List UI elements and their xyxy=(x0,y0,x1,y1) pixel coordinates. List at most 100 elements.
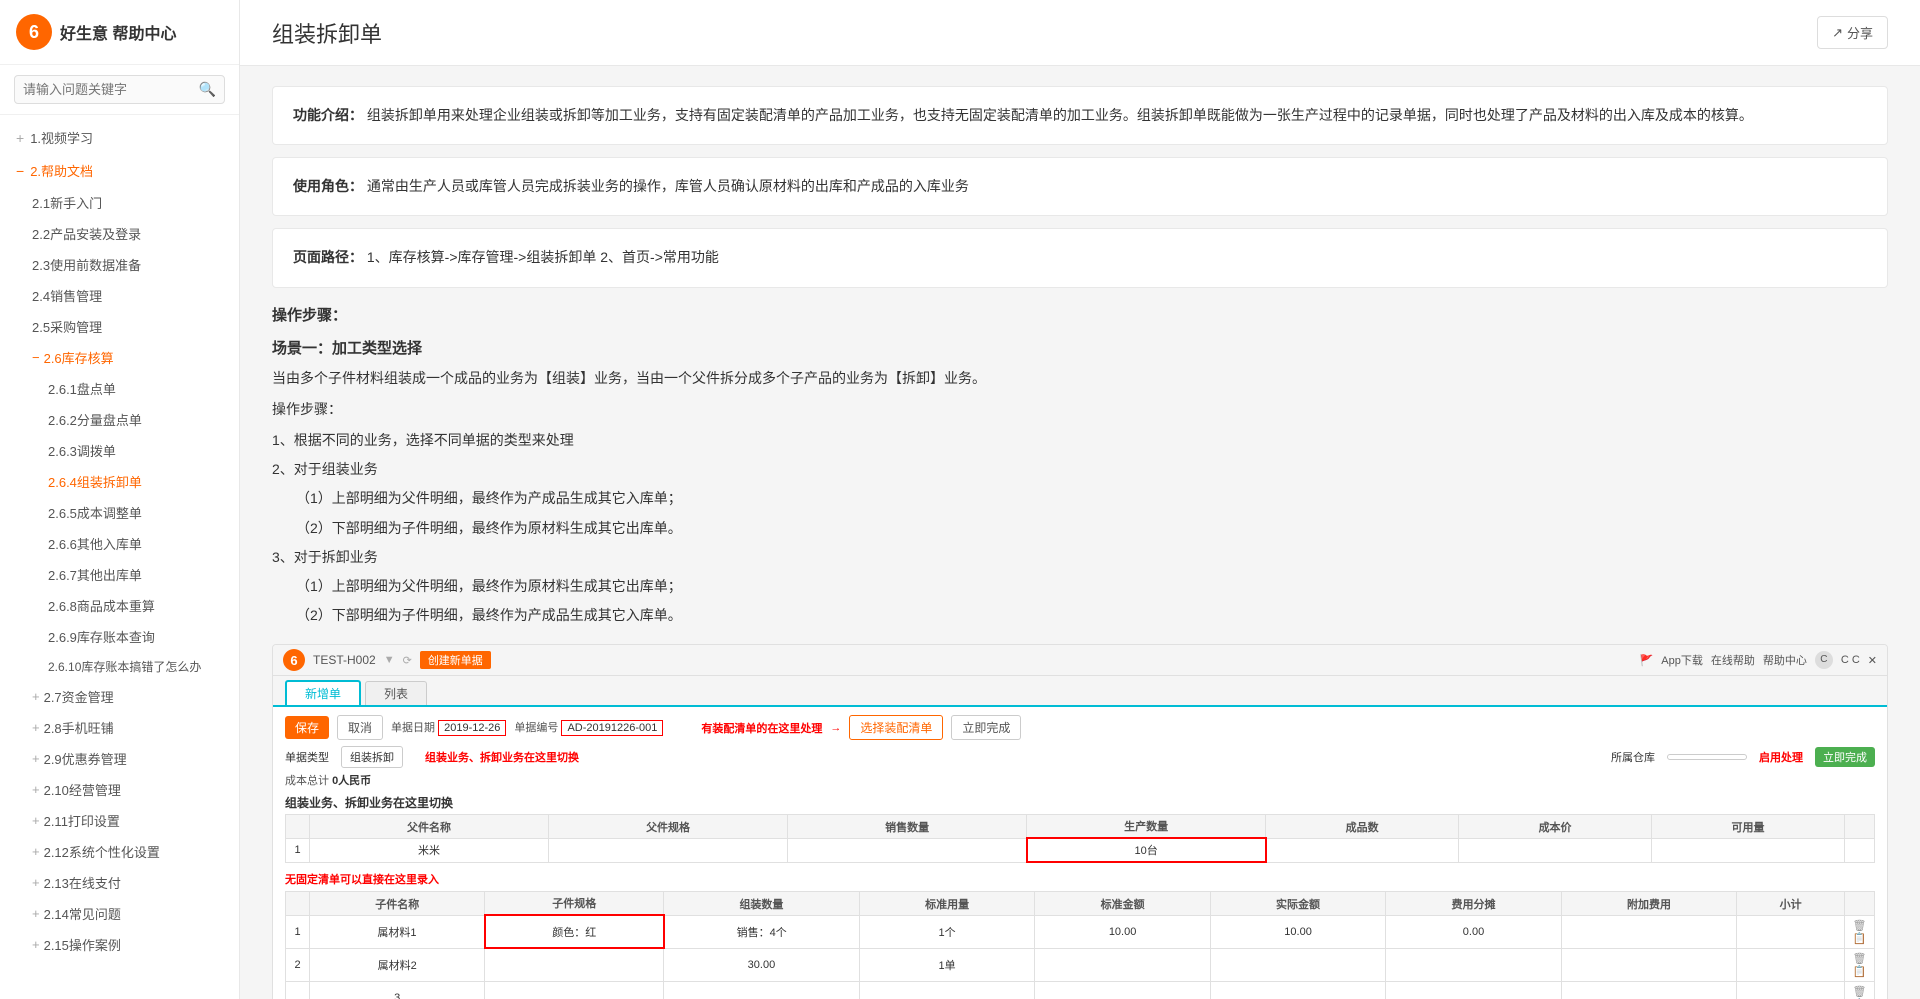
ss-warehouse-input[interactable] xyxy=(1667,754,1747,760)
ss-bcell-num: 2 xyxy=(286,948,310,981)
sidebar-item-newbie[interactable]: 2.1新手入门 xyxy=(0,187,239,218)
ss-bcol-checkbox xyxy=(286,892,310,916)
sidebar-item-label: 2.11打印设置 xyxy=(44,811,120,830)
ss-cell-sqty xyxy=(788,838,1027,862)
sidebar: 6 好生意 帮助中心 🔍 + 1.视频学习 − 2.帮助文档 2.1新手入门 2… xyxy=(0,0,240,999)
ss-qty-label: 成本总计 0人民币 xyxy=(285,775,371,787)
ss-bcell-spec: 颜色：红 xyxy=(485,915,664,948)
ss-bcell-action: 🗑 📋 xyxy=(1845,948,1875,981)
sidebar-item-prepare[interactable]: 2.3使用前数据准备 xyxy=(0,249,239,280)
sidebar-item-label: 2.14常见问题 xyxy=(44,904,121,923)
ss-bcol-subtotal: 小计 xyxy=(1737,892,1845,916)
ss-avatar: C xyxy=(1815,651,1833,669)
ss-field-docno: 单据编号 AD-20191226-001 xyxy=(514,719,663,736)
path-block: 页面路径： 1、库存核算->库存管理->组装拆卸单 2、首页->常用功能 xyxy=(272,228,1888,287)
ops-label: 操作步骤： xyxy=(272,397,1888,422)
share-icon: ↗ xyxy=(1832,25,1843,41)
ss-icon-refresh: ⟳ xyxy=(403,654,412,667)
plus-icon: + xyxy=(32,782,40,797)
sidebar-item-coupon[interactable]: + 2.9优惠券管理 xyxy=(0,743,239,774)
sidebar-item-otherin[interactable]: 2.6.6其他入库单 xyxy=(0,528,239,559)
ss-title: TEST-H002 xyxy=(313,653,376,667)
plus-icon: + xyxy=(32,813,40,828)
search-input[interactable] xyxy=(23,82,199,97)
sidebar-item-label: 2.5采购管理 xyxy=(32,317,102,336)
sidebar-item-faq[interactable]: + 2.14常见问题 xyxy=(0,898,239,929)
ss-top-table-title: 组装业务、拆卸业务在这里切换 xyxy=(285,794,1875,811)
ss-date-value[interactable]: 2019-12-26 xyxy=(438,720,506,736)
ss-logo: 6 xyxy=(283,649,305,671)
ss-field-date: 单据日期 2019-12-26 xyxy=(391,719,506,736)
sidebar-item-stockquery[interactable]: 2.6.9库存账本查询 xyxy=(0,621,239,652)
ss-btn-cancel[interactable]: 取消 xyxy=(337,715,383,740)
search-icon[interactable]: 🔍 xyxy=(199,81,216,98)
sidebar-item-label: 2.2产品安装及登录 xyxy=(32,224,141,243)
ss-cell-cprice xyxy=(1459,838,1652,862)
sidebar-item-cases[interactable]: + 2.15操作案例 xyxy=(0,929,239,960)
sidebar-item-label: 2.7资金管理 xyxy=(44,687,114,706)
ss-btn-complete[interactable]: 立即完成 xyxy=(1815,747,1875,767)
sidebar-item-label: 2.6.4组装拆卸单 xyxy=(48,472,142,491)
step3-2: （2）下部明细为子件明细，最终作为产成品生成其它入库单。 xyxy=(272,603,1888,628)
ss-bcell-name: 属材料1 xyxy=(310,915,485,948)
ss-col-actions xyxy=(1845,815,1875,839)
sidebar-item-install[interactable]: 2.2产品安装及登录 xyxy=(0,218,239,249)
ss-help-label: 在线帮助 xyxy=(1711,652,1755,668)
ss-annotation3: 启用处理 xyxy=(1759,749,1803,765)
sidebar-item-onlinepay[interactable]: + 2.13在线支付 xyxy=(0,867,239,898)
ss-new-btn[interactable]: 创建新单据 xyxy=(420,651,491,669)
ss-col-checkbox xyxy=(286,815,310,839)
sidebar-item-purchase[interactable]: 2.5采购管理 xyxy=(0,311,239,342)
ss-col-sales-qty: 销售数量 xyxy=(788,815,1027,839)
sidebar-item-sales[interactable]: 2.4销售管理 xyxy=(0,280,239,311)
sidebar-item-stockerror[interactable]: 2.6.10库存账本搞错了怎么办 xyxy=(0,652,239,681)
sidebar-item-inventory[interactable]: − 2.6库存核算 xyxy=(0,342,239,373)
ss-tabbar: 新增单 列表 xyxy=(273,676,1887,707)
sidebar-item-assembly[interactable]: 2.6.4组装拆卸单 xyxy=(0,466,239,497)
sidebar-item-costadj[interactable]: 2.6.5成本调整单 xyxy=(0,497,239,528)
sidebar-item-docs[interactable]: − 2.帮助文档 xyxy=(0,154,239,187)
logo-icon: 6 xyxy=(16,14,52,50)
sidebar-item-transfer[interactable]: 2.6.3调拨单 xyxy=(0,435,239,466)
ss-toolbar-row: 保存 取消 单据日期 2019-12-26 单据编号 AD-20191226-0… xyxy=(285,715,1875,740)
sidebar-item-label: 2.6库存核算 xyxy=(44,348,114,367)
ss-tab-list[interactable]: 列表 xyxy=(365,681,427,705)
sidebar-item-mobile[interactable]: + 2.8手机旺铺 xyxy=(0,712,239,743)
sidebar-item-biz[interactable]: + 2.10经营管理 xyxy=(0,774,239,805)
sidebar-item-print[interactable]: + 2.11打印设置 xyxy=(0,805,239,836)
sidebar-item-label: 2.15操作案例 xyxy=(44,935,121,954)
sidebar-item-label: 2.8手机旺铺 xyxy=(44,718,114,737)
ss-btn-confirm-op[interactable]: 立即完成 xyxy=(951,715,1021,740)
ss-form-area: 保存 取消 单据日期 2019-12-26 单据编号 AD-20191226-0… xyxy=(273,707,1887,999)
sidebar-item-video[interactable]: + 1.视频学习 xyxy=(0,121,239,154)
ss-docno-value[interactable]: AD-20191226-001 xyxy=(561,720,663,736)
ss-btn-save[interactable]: 保存 xyxy=(285,716,329,739)
sidebar-item-custom[interactable]: + 2.12系统个性化设置 xyxy=(0,836,239,867)
minus-icon: − xyxy=(32,350,40,365)
step3-1: （1）上部明细为父件明细，最终作为原材料生成其它出库单； xyxy=(272,574,1888,599)
sidebar-item-costcalc[interactable]: 2.6.8商品成本重算 xyxy=(0,590,239,621)
sidebar-item-otherout[interactable]: 2.6.7其他出库单 xyxy=(0,559,239,590)
minus-icon: − xyxy=(16,163,24,179)
ss-tab-active[interactable]: 新增单 xyxy=(285,680,361,705)
ss-col-cost-price: 成本价 xyxy=(1459,815,1652,839)
main-content: 组装拆卸单 ↗ 分享 功能介绍： 组装拆卸单用来处理企业组装或拆卸等加工业务，支… xyxy=(240,0,1920,999)
ss-bcell-actamt xyxy=(1210,948,1385,981)
sidebar-item-capital[interactable]: + 2.7资金管理 xyxy=(0,681,239,712)
ss-doctype-value[interactable]: 组装拆卸 xyxy=(341,746,403,768)
ss-bcell-stdamt xyxy=(1035,948,1210,981)
ss-bcell-extra xyxy=(1561,915,1736,948)
sidebar-item-label: 2.6.3调拨单 xyxy=(48,441,116,460)
ss-btn-select-bom[interactable]: 选择装配清单 xyxy=(849,715,943,740)
ss-doctype-label: 单据类型 xyxy=(285,749,329,765)
ss-apps-label: App下载 xyxy=(1661,652,1703,668)
sidebar-item-stockcheck[interactable]: 2.6.1盘点单 xyxy=(0,373,239,404)
ss-col-parent-name: 父件名称 xyxy=(310,815,549,839)
sidebar-item-label: 2.6.9库存账本查询 xyxy=(48,627,155,646)
sidebar-item-label: 2.6.10库存账本搞错了怎么办 xyxy=(48,658,201,675)
sidebar-item-stocksplit[interactable]: 2.6.2分量盘点单 xyxy=(0,404,239,435)
share-button[interactable]: ↗ 分享 xyxy=(1817,16,1888,49)
ss-cell-spec xyxy=(549,838,788,862)
ss-bcell-alloc: 0.00 xyxy=(1386,915,1561,948)
ss-close-icon[interactable]: ✕ xyxy=(1868,654,1877,667)
